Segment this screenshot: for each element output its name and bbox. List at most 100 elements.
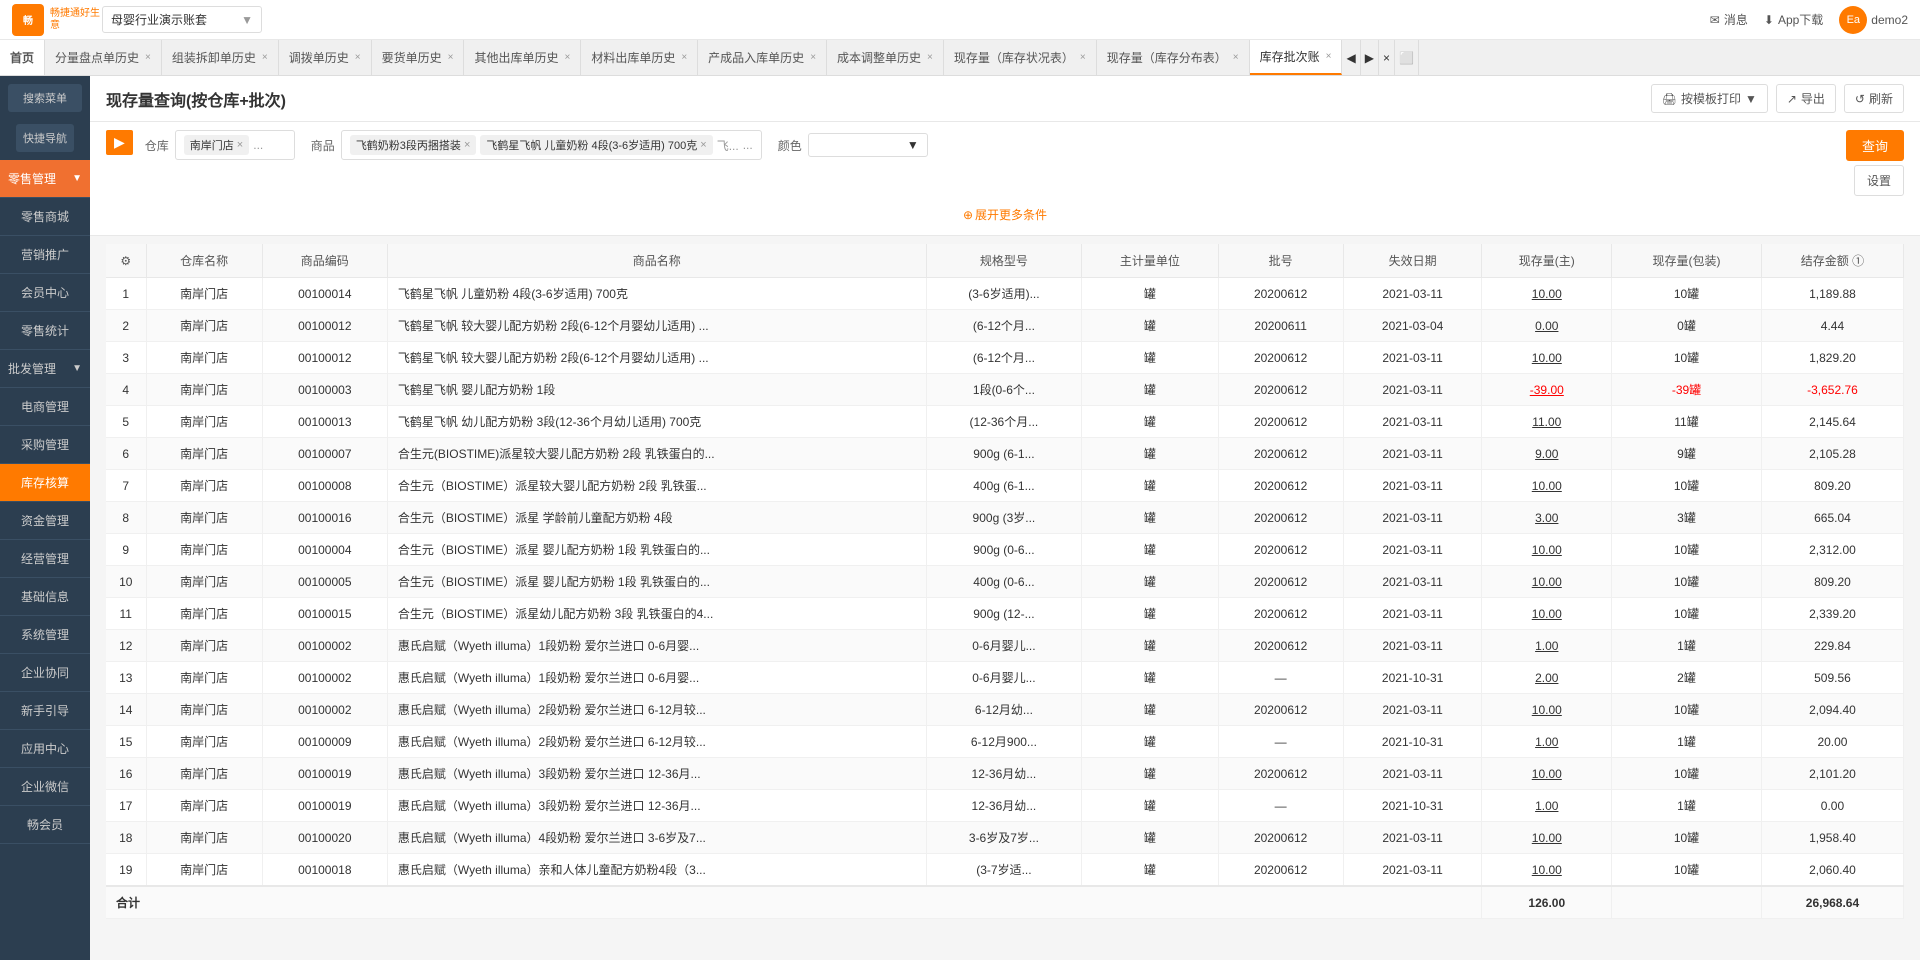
cell-warehouse: 南岸门店 [146, 438, 262, 470]
tab-close-all[interactable]: × [1379, 40, 1395, 75]
cell-stock-main[interactable]: 3.00 [1482, 502, 1612, 534]
tab-cailiao[interactable]: 材料出库单历史 × [581, 40, 698, 75]
tab-yaohuo[interactable]: 要货单历史 × [372, 40, 465, 75]
tab-close-kucun3[interactable]: × [1326, 51, 1332, 62]
tab-close-kucun2[interactable]: × [1233, 52, 1239, 63]
cell-stock-main[interactable]: 11.00 [1482, 406, 1612, 438]
filter-expand-arrow[interactable]: ▶ [106, 130, 133, 155]
tab-home[interactable]: 首页 [0, 40, 45, 75]
app-download-button[interactable]: ⬇ App下载 [1764, 11, 1823, 28]
sidebar-item-member[interactable]: 畅会员 [0, 806, 90, 844]
cell-stock-main[interactable]: 0.00 [1482, 310, 1612, 342]
sidebar-item-purchase[interactable]: 采购管理 [0, 426, 90, 464]
warehouse-dots[interactable]: ... [253, 138, 263, 152]
search-menu-button[interactable]: 搜索菜单 [8, 84, 82, 112]
goods-tag-1-close[interactable]: × [464, 139, 470, 151]
sidebar-item-ecommerce[interactable]: 电商管理 [0, 388, 90, 426]
tab-kucun3[interactable]: 库存批次账 × [1250, 40, 1343, 75]
expand-more-button[interactable]: ⊕ 展开更多条件 [955, 202, 1055, 227]
cell-stock-main[interactable]: 10.00 [1482, 470, 1612, 502]
sidebar-item-inventory[interactable]: 库存核算 [0, 464, 90, 502]
goods-dots[interactable]: 飞... [717, 137, 739, 154]
cell-stock-main[interactable]: 1.00 [1482, 630, 1612, 662]
tab-diaob-label: 调拨单历史 [289, 49, 349, 66]
color-filter-label: 颜色 [778, 137, 802, 154]
tab-nav-prev[interactable]: ◀ [1342, 40, 1360, 75]
refresh-button[interactable]: ↺ 刷新 [1844, 84, 1904, 113]
cell-stock-main[interactable]: -39.00 [1482, 374, 1612, 406]
setting-icon[interactable]: ⚙ [120, 254, 131, 268]
quick-nav-button[interactable]: 快捷导航 [16, 124, 74, 152]
cell-stock-main[interactable]: 10.00 [1482, 758, 1612, 790]
sidebar-item-operations[interactable]: 经营管理 [0, 540, 90, 578]
setting-button[interactable]: 设置 [1854, 165, 1904, 196]
cell-stock-main[interactable]: 1.00 [1482, 790, 1612, 822]
tab-kucun1[interactable]: 现存量（库存状况表） × [944, 40, 1097, 75]
export-button[interactable]: ↗ 导出 [1776, 84, 1836, 113]
cell-stock-main[interactable]: 10.00 [1482, 598, 1612, 630]
template-print-button[interactable]: 🖨 按模板打印 ▼ [1651, 84, 1768, 113]
cell-warehouse: 南岸门店 [146, 342, 262, 374]
sidebar-item-apps[interactable]: 应用中心 [0, 730, 90, 768]
tab-diaob[interactable]: 调拨单历史 × [279, 40, 372, 75]
cell-stock-main[interactable]: 10.00 [1482, 342, 1612, 374]
sidebar-item-guide[interactable]: 新手引导 [0, 692, 90, 730]
cell-expiry: 2021-03-11 [1343, 758, 1482, 790]
query-button[interactable]: 查询 [1846, 130, 1904, 161]
user-profile[interactable]: Ea demo2 [1839, 6, 1908, 34]
logo-short: 畅 [23, 12, 33, 27]
tab-close-fenpan[interactable]: × [145, 52, 151, 63]
filter-actions-col: 查询 设置 [1846, 130, 1904, 196]
sidebar-item-enterprise[interactable]: 企业协同 [0, 654, 90, 692]
cell-stock-main[interactable]: 10.00 [1482, 822, 1612, 854]
tab-nav-next[interactable]: ▶ [1361, 40, 1379, 75]
sidebar-item-retail-shop[interactable]: 零售商城 [0, 198, 90, 236]
goods-more-dots[interactable]: ... [743, 138, 753, 152]
cell-stock-main[interactable]: 10.00 [1482, 534, 1612, 566]
warehouse-filter-input[interactable]: 南岸门店 × ... [175, 130, 295, 160]
sidebar-item-retail-mgmt[interactable]: 零售管理 ▼ [0, 160, 90, 198]
sidebar-item-system[interactable]: 系统管理 [0, 616, 90, 654]
cell-batch: 20200612 [1218, 278, 1343, 310]
tab-close-chengben[interactable]: × [927, 52, 933, 63]
tab-zuhe[interactable]: 组装拆卸单历史 × [162, 40, 279, 75]
tab-close-kucun1[interactable]: × [1080, 52, 1086, 63]
sidebar-item-retail-stats[interactable]: 零售统计 [0, 312, 90, 350]
tab-chengben[interactable]: 成本调整单历史 × [827, 40, 944, 75]
col-setting[interactable]: ⚙ [106, 244, 146, 278]
cell-name: 惠氏启赋（Wyeth illuma）2段奶粉 爱尔兰进口 6-12月较... [387, 694, 926, 726]
tab-fenpan[interactable]: 分量盘点单历史 × [45, 40, 162, 75]
sidebar-item-wholesale[interactable]: 批发管理 ▼ [0, 350, 90, 388]
cell-stock-main[interactable]: 10.00 [1482, 694, 1612, 726]
sidebar-item-wechat[interactable]: 企业微信 [0, 768, 90, 806]
tab-chancheng[interactable]: 产成品入库单历史 × [698, 40, 827, 75]
tab-kucun2[interactable]: 现存量（库存分布表） × [1097, 40, 1250, 75]
cell-stock-main[interactable]: 10.00 [1482, 278, 1612, 310]
tab-close-cailiao[interactable]: × [681, 52, 687, 63]
tab-close-yaohuo[interactable]: × [448, 52, 454, 63]
cell-stock-main[interactable]: 10.00 [1482, 566, 1612, 598]
tab-close-zuhe[interactable]: × [262, 52, 268, 63]
tab-maximize[interactable]: ⬜ [1395, 40, 1419, 75]
tab-close-chancheng[interactable]: × [810, 52, 816, 63]
sidebar-search-area: 搜索菜单 [0, 76, 90, 120]
sidebar-item-finance[interactable]: 资金管理 [0, 502, 90, 540]
sidebar-item-marketing[interactable]: 营销推广 [0, 236, 90, 274]
color-dropdown[interactable]: ▼ [808, 133, 928, 157]
sidebar-item-basic-info[interactable]: 基础信息 [0, 578, 90, 616]
tab-close-diaob[interactable]: × [355, 52, 361, 63]
goods-tag-2-close[interactable]: × [700, 139, 706, 151]
sidebar-item-membership[interactable]: 会员中心 [0, 274, 90, 312]
cell-stock-main[interactable]: 2.00 [1482, 662, 1612, 694]
tab-qitachuku[interactable]: 其他出库单历史 × [464, 40, 581, 75]
industry-selector[interactable]: 母婴行业演示账套 ▼ [102, 6, 262, 33]
goods-filter-input[interactable]: 飞鹤奶粉3段丙捆搭装 × 飞鹤星飞帆 儿童奶粉 4段(3-6岁适用) 700克 … [341, 130, 762, 160]
cell-stock-main[interactable]: 10.00 [1482, 854, 1612, 887]
tab-zuhe-label: 组装拆卸单历史 [172, 49, 256, 66]
messages-button[interactable]: ✉ 消息 [1710, 11, 1748, 28]
warehouse-tag-close[interactable]: × [237, 139, 243, 151]
cell-stock-main[interactable]: 9.00 [1482, 438, 1612, 470]
cell-warehouse: 南岸门店 [146, 502, 262, 534]
cell-stock-main[interactable]: 1.00 [1482, 726, 1612, 758]
tab-close-qitachuku[interactable]: × [564, 52, 570, 63]
